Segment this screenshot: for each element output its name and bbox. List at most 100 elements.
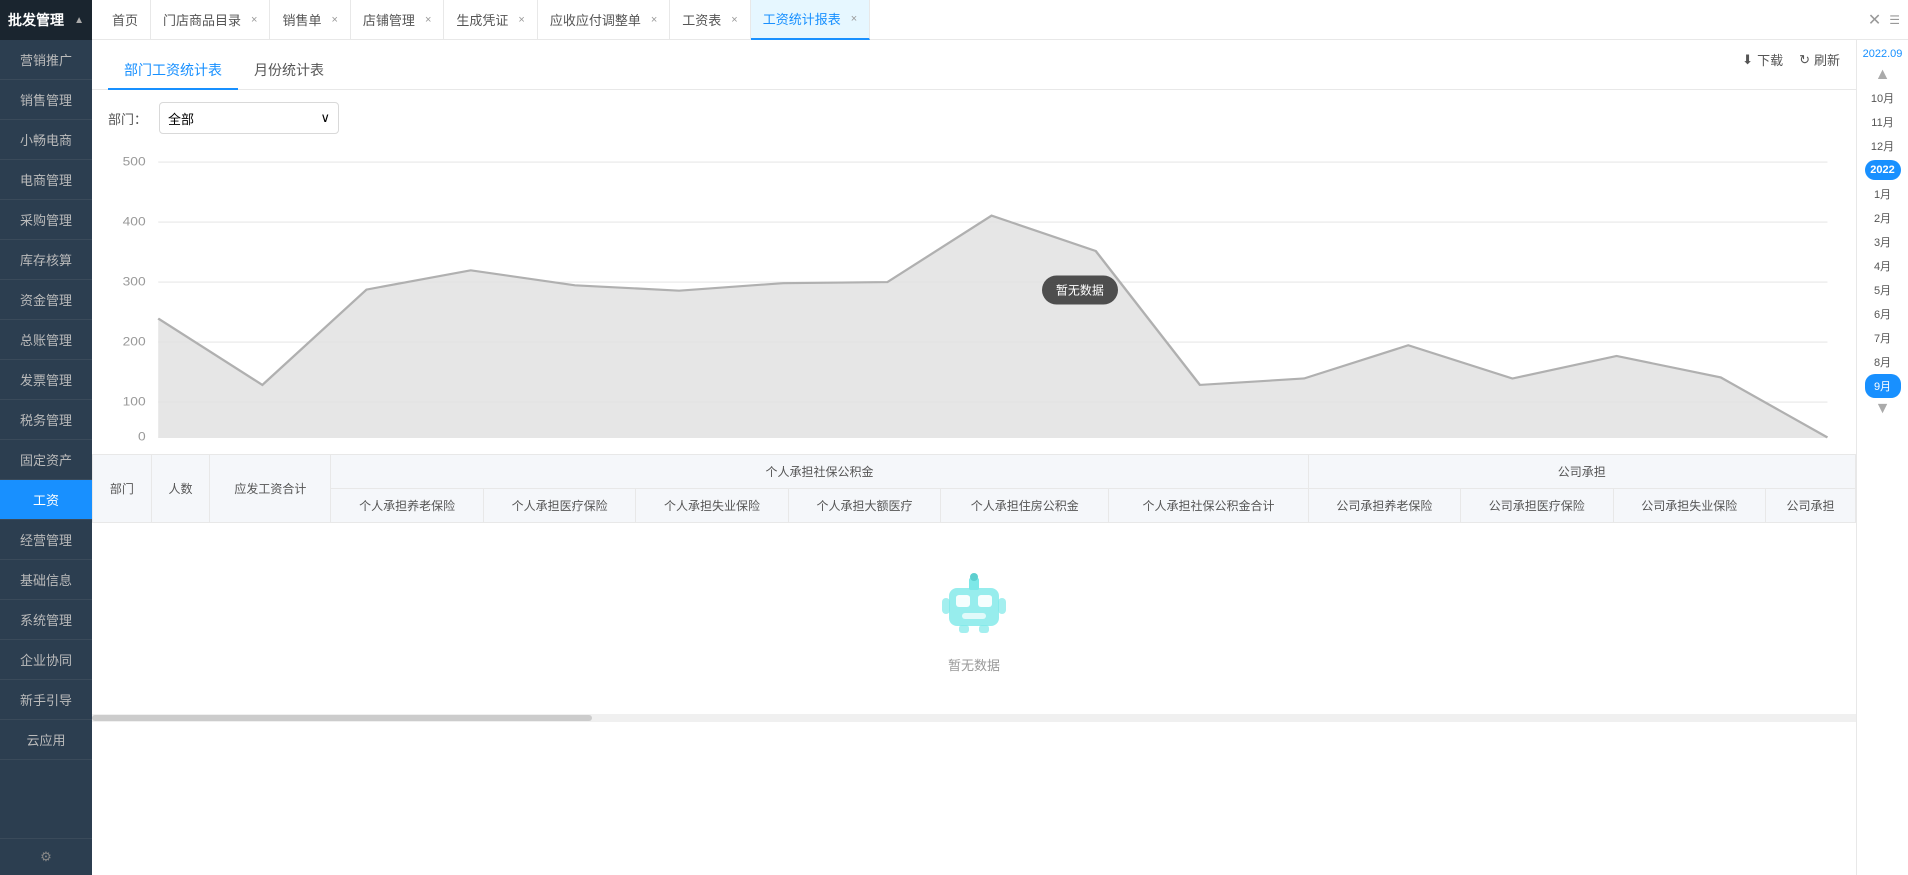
sidebar-item-采购管理[interactable]: 采购管理 <box>0 200 92 240</box>
top-tab-label: 销售单 <box>282 10 321 29</box>
table-header-company-group: 公司承担 <box>1308 455 1855 489</box>
timeline-nav-up[interactable]: ▲ <box>1875 64 1891 86</box>
top-tabs-container: 首页门店商品目录×销售单×店铺管理×生成凭证×应收应付调整单×工资表×工资统计报… <box>100 0 1868 40</box>
sidebar-item-新手引导[interactable]: 新手引导 <box>0 680 92 720</box>
tab-close-icon[interactable]: × <box>731 14 737 26</box>
top-tab-首页[interactable]: 首页 <box>100 0 151 40</box>
tab-close-icon[interactable]: × <box>851 13 857 25</box>
top-tab-销售单[interactable]: 销售单 × <box>270 0 350 40</box>
table-header-personal-group: 个人承担社保公积金 <box>331 455 1308 489</box>
sidebar-item-营销推广[interactable]: 营销推广 <box>0 40 92 80</box>
empty-state: 暂无数据 <box>92 523 1856 714</box>
sidebar-item-经营管理[interactable]: 经营管理 <box>0 520 92 560</box>
chart-svg: 500 400 300 200 100 0 <box>108 146 1840 446</box>
table-header-personal-total: 个人承担社保公积金合计 <box>1109 489 1308 523</box>
sidebar-item-库存核算[interactable]: 库存核算 <box>0 240 92 280</box>
sidebar-item-销售管理[interactable]: 销售管理 <box>0 80 92 120</box>
main-content: 首页门店商品目录×销售单×店铺管理×生成凭证×应收应付调整单×工资表×工资统计报… <box>92 0 1908 875</box>
table-header-personal-pension: 个人承担养老保险 <box>331 489 483 523</box>
svg-text:0: 0 <box>138 430 146 444</box>
download-label: 下载 <box>1757 50 1783 69</box>
timeline-month-5月[interactable]: 5月 <box>1865 278 1901 302</box>
timeline-month-12月[interactable]: 12月 <box>1865 134 1901 158</box>
sidebar-header[interactable]: 批发管理 ▲ <box>0 0 92 40</box>
table-header-company-pension: 公司承担养老保险 <box>1308 489 1460 523</box>
top-tab-应收应付调整单[interactable]: 应收应付调整单× <box>538 0 670 40</box>
sidebar-settings[interactable]: ⚙ <box>0 838 92 875</box>
table-header-company-unemployment: 公司承担失业保险 <box>1613 489 1765 523</box>
sidebar-title: 批发管理 <box>8 10 64 30</box>
sidebar-item-固定资产[interactable]: 固定资产 <box>0 440 92 480</box>
timeline-month-10月[interactable]: 10月 <box>1865 86 1901 110</box>
sub-tab-部门工资统计表[interactable]: 部门工资统计表 <box>108 52 238 90</box>
department-select[interactable]: 全部 ∨ <box>159 102 339 134</box>
table-header-salary: 应发工资合计 <box>210 455 331 523</box>
top-tab-店铺管理[interactable]: 店铺管理 × <box>351 0 444 40</box>
svg-text:100: 100 <box>123 394 146 408</box>
sidebar-item-电商管理[interactable]: 电商管理 <box>0 160 92 200</box>
svg-text:500: 500 <box>123 154 146 168</box>
timeline-month-3月[interactable]: 3月 <box>1865 230 1901 254</box>
tab-close-icon[interactable]: × <box>518 14 524 26</box>
sidebar-arrow-icon: ▲ <box>74 15 84 26</box>
timeline-month-2022[interactable]: 2022 <box>1865 160 1901 180</box>
top-tab-label: 首页 <box>112 10 138 29</box>
sidebar-item-企业协同[interactable]: 企业协同 <box>0 640 92 680</box>
sidebar-item-基础信息[interactable]: 基础信息 <box>0 560 92 600</box>
timeline-month-7月[interactable]: 7月 <box>1865 326 1901 350</box>
timeline-month-6月[interactable]: 6月 <box>1865 302 1901 326</box>
table-header-company-medical: 公司承担医疗保险 <box>1461 489 1613 523</box>
top-tab-工资统计报表[interactable]: 工资统计报表 × <box>751 0 870 40</box>
timeline-month-9月[interactable]: 9月 <box>1865 374 1901 398</box>
top-tab-生成凭证[interactable]: 生成凭证× <box>444 0 537 40</box>
tab-close-icon[interactable]: × <box>651 14 657 26</box>
timeline-month-4月[interactable]: 4月 <box>1865 254 1901 278</box>
data-table-container: 部门 人数 应发工资合计 个人承担社保公积金 公司承担 个人承担养老保险 个人承… <box>92 454 1856 523</box>
sidebar-item-发票管理[interactable]: 发票管理 <box>0 360 92 400</box>
table-header-personal-unemployment: 个人承担失业保险 <box>636 489 788 523</box>
refresh-button[interactable]: ↻ 刷新 <box>1799 50 1840 69</box>
sidebar-item-总账管理[interactable]: 总账管理 <box>0 320 92 360</box>
top-tab-门店商品目录[interactable]: 门店商品目录× <box>151 0 270 40</box>
top-tab-label: 店铺管理 <box>363 10 415 29</box>
tab-close-icon[interactable]: × <box>251 14 257 26</box>
sidebar-item-税务管理[interactable]: 税务管理 <box>0 400 92 440</box>
timeline-nav-down[interactable]: ▼ <box>1875 398 1891 420</box>
horizontal-scrollbar[interactable] <box>92 714 1856 722</box>
tab-close-icon[interactable]: × <box>425 14 431 26</box>
subtabs-row: 部门工资统计表月份统计表 ⬇ 下载 ↻ 刷新 <box>92 40 1856 90</box>
scrollbar-thumb[interactable] <box>92 715 592 721</box>
expand-icon[interactable]: ☰ <box>1889 13 1900 27</box>
sub-tabs: 部门工资统计表月份统计表 <box>92 40 1856 90</box>
table-header-company-other: 公司承担 <box>1765 489 1855 523</box>
svg-text:400: 400 <box>123 214 146 228</box>
table-header-dept: 部门 <box>93 455 152 523</box>
timeline-month-1月[interactable]: 1月 <box>1865 182 1901 206</box>
sidebar-item-小畅电商[interactable]: 小畅电商 <box>0 120 92 160</box>
top-tab-工资表[interactable]: 工资表 × <box>670 0 750 40</box>
sidebar-item-系统管理[interactable]: 系统管理 <box>0 600 92 640</box>
sidebar-item-云应用[interactable]: 云应用 <box>0 720 92 760</box>
toolbar: ⬇ 下载 ↻ 刷新 <box>1742 50 1840 69</box>
top-tabs-bar: 首页门店商品目录×销售单×店铺管理×生成凭证×应收应付调整单×工资表×工资统计报… <box>92 0 1908 40</box>
refresh-icon: ↻ <box>1799 52 1810 68</box>
chart-area: 500 400 300 200 100 0 <box>92 146 1856 446</box>
download-button[interactable]: ⬇ 下载 <box>1742 50 1783 69</box>
timeline-month-2月[interactable]: 2月 <box>1865 206 1901 230</box>
table-header-personal-medical: 个人承担医疗保险 <box>483 489 635 523</box>
timeline-months: 10月11月12月20221月2月3月4月5月6月7月8月9月 <box>1865 86 1901 398</box>
download-icon: ⬇ <box>1742 52 1753 68</box>
top-tab-label: 工资统计报表 <box>763 9 841 28</box>
timeline-month-11月[interactable]: 11月 <box>1865 110 1901 134</box>
tab-close-icon[interactable]: × <box>331 14 337 26</box>
department-select-value: 全部 <box>168 109 194 128</box>
content-area: 部门工资统计表月份统计表 ⬇ 下载 ↻ 刷新 部门： 全部 ∨ <box>92 40 1856 875</box>
sidebar-item-资金管理[interactable]: 资金管理 <box>0 280 92 320</box>
close-icon[interactable]: ✕ <box>1868 10 1881 30</box>
top-tab-label: 工资表 <box>682 10 721 29</box>
sidebar-item-工资[interactable]: 工资 <box>0 480 92 520</box>
timeline-month-8月[interactable]: 8月 <box>1865 350 1901 374</box>
settings-icon: ⚙ <box>40 849 52 864</box>
sub-tab-月份统计表[interactable]: 月份统计表 <box>238 52 340 90</box>
tabs-close-controls[interactable]: ✕ ☰ <box>1868 10 1900 30</box>
